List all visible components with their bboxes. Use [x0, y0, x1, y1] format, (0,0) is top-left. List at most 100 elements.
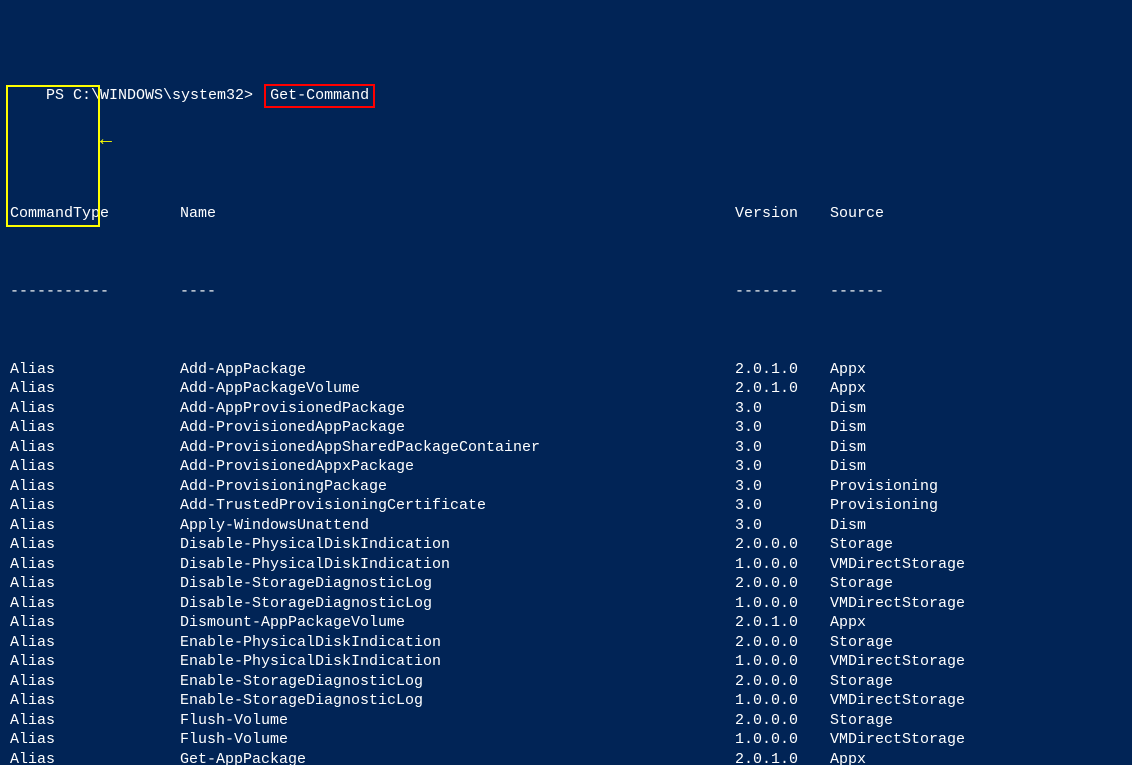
underline-name: ----: [180, 282, 735, 302]
cell-commandtype: Alias: [10, 750, 180, 765]
cell-name: Enable-StorageDiagnosticLog: [180, 672, 735, 692]
cell-version: 3.0: [735, 438, 830, 458]
cell-name: Disable-PhysicalDiskIndication: [180, 535, 735, 555]
cell-source: Appx: [830, 750, 1122, 765]
cell-version: 1.0.0.0: [735, 555, 830, 575]
cell-version: 2.0.1.0: [735, 750, 830, 765]
cell-name: Enable-PhysicalDiskIndication: [180, 633, 735, 653]
cell-commandtype: Alias: [10, 613, 180, 633]
table-row: AliasDisable-StorageDiagnosticLog2.0.0.0…: [10, 574, 1122, 594]
cell-name: Enable-StorageDiagnosticLog: [180, 691, 735, 711]
table-row: AliasDismount-AppPackageVolume2.0.1.0App…: [10, 613, 1122, 633]
cell-source: VMDirectStorage: [830, 555, 1122, 575]
cell-commandtype: Alias: [10, 477, 180, 497]
cell-commandtype: Alias: [10, 516, 180, 536]
cell-source: VMDirectStorage: [830, 691, 1122, 711]
ps-prompt: PS C:\WINDOWS\system32>: [46, 87, 253, 104]
cell-name: Add-ProvisionedAppSharedPackageContainer: [180, 438, 735, 458]
table-row: AliasDisable-PhysicalDiskIndication1.0.0…: [10, 555, 1122, 575]
cell-commandtype: Alias: [10, 652, 180, 672]
cell-source: VMDirectStorage: [830, 652, 1122, 672]
cell-name: Disable-PhysicalDiskIndication: [180, 555, 735, 575]
cell-commandtype: Alias: [10, 711, 180, 731]
cell-commandtype: Alias: [10, 730, 180, 750]
cell-version: 2.0.0.0: [735, 672, 830, 692]
cell-name: Add-AppPackage: [180, 360, 735, 380]
cell-commandtype: Alias: [10, 555, 180, 575]
cell-version: 2.0.1.0: [735, 379, 830, 399]
cell-version: 2.0.1.0: [735, 360, 830, 380]
cell-version: 3.0: [735, 477, 830, 497]
cell-source: VMDirectStorage: [830, 594, 1122, 614]
table-row: AliasAdd-ProvisionedAppPackage3.0Dism: [10, 418, 1122, 438]
cell-version: 3.0: [735, 418, 830, 438]
table-body: AliasAdd-AppPackage2.0.1.0AppxAliasAdd-A…: [10, 360, 1122, 765]
cell-commandtype: Alias: [10, 574, 180, 594]
table-row: AliasAdd-AppProvisionedPackage3.0Dism: [10, 399, 1122, 419]
cell-source: Storage: [830, 711, 1122, 731]
cell-name: Add-ProvisioningPackage: [180, 477, 735, 497]
cell-version: 1.0.0.0: [735, 594, 830, 614]
table-header-row: CommandType Name Version Source: [10, 204, 1122, 224]
table-row: AliasAdd-ProvisionedAppxPackage3.0Dism: [10, 457, 1122, 477]
cell-name: Dismount-AppPackageVolume: [180, 613, 735, 633]
prompt-line: PS C:\WINDOWS\system32> Get-Command: [10, 65, 1122, 128]
cell-source: Appx: [830, 360, 1122, 380]
cell-version: 2.0.0.0: [735, 574, 830, 594]
command-highlight: Get-Command: [264, 84, 375, 108]
cell-version: 3.0: [735, 516, 830, 536]
cell-version: 2.0.0.0: [735, 535, 830, 555]
cell-version: 3.0: [735, 457, 830, 477]
cell-source: Provisioning: [830, 477, 1122, 497]
cell-commandtype: Alias: [10, 594, 180, 614]
table-row: AliasGet-AppPackage2.0.1.0Appx: [10, 750, 1122, 765]
table-row: AliasApply-WindowsUnattend3.0Dism: [10, 516, 1122, 536]
table-row: AliasEnable-StorageDiagnosticLog1.0.0.0V…: [10, 691, 1122, 711]
cell-name: Disable-StorageDiagnosticLog: [180, 574, 735, 594]
table-row: AliasAdd-ProvisionedAppSharedPackageCont…: [10, 438, 1122, 458]
cell-commandtype: Alias: [10, 360, 180, 380]
header-name: Name: [180, 204, 735, 224]
cell-name: Add-ProvisionedAppPackage: [180, 418, 735, 438]
table-row: AliasEnable-PhysicalDiskIndication2.0.0.…: [10, 633, 1122, 653]
table-row: AliasAdd-ProvisioningPackage3.0Provision…: [10, 477, 1122, 497]
cell-commandtype: Alias: [10, 496, 180, 516]
cell-name: Add-AppProvisionedPackage: [180, 399, 735, 419]
cell-commandtype: Alias: [10, 672, 180, 692]
cell-version: 1.0.0.0: [735, 652, 830, 672]
table-row: AliasEnable-PhysicalDiskIndication1.0.0.…: [10, 652, 1122, 672]
underline-version: -------: [735, 282, 830, 302]
cell-commandtype: Alias: [10, 691, 180, 711]
cell-commandtype: Alias: [10, 379, 180, 399]
powershell-terminal[interactable]: PS C:\WINDOWS\system32> Get-Command Comm…: [0, 0, 1132, 765]
arrow-annotation-icon: ←: [100, 128, 112, 154]
cell-commandtype: Alias: [10, 457, 180, 477]
cell-version: 2.0.0.0: [735, 633, 830, 653]
cell-name: Add-ProvisionedAppxPackage: [180, 457, 735, 477]
cell-name: Flush-Volume: [180, 730, 735, 750]
underline-commandtype: -----------: [10, 282, 180, 302]
cell-version: 1.0.0.0: [735, 691, 830, 711]
cell-name: Get-AppPackage: [180, 750, 735, 765]
cell-version: 2.0.0.0: [735, 711, 830, 731]
cell-commandtype: Alias: [10, 399, 180, 419]
cell-version: 3.0: [735, 399, 830, 419]
cell-version: 3.0: [735, 496, 830, 516]
header-version: Version: [735, 204, 830, 224]
table-row: AliasFlush-Volume2.0.0.0Storage: [10, 711, 1122, 731]
cell-source: Dism: [830, 399, 1122, 419]
cell-name: Flush-Volume: [180, 711, 735, 731]
cell-source: Dism: [830, 438, 1122, 458]
cell-name: Add-AppPackageVolume: [180, 379, 735, 399]
table-row: AliasDisable-StorageDiagnosticLog1.0.0.0…: [10, 594, 1122, 614]
cell-source: Appx: [830, 379, 1122, 399]
cell-name: Add-TrustedProvisioningCertificate: [180, 496, 735, 516]
table-row: AliasAdd-AppPackageVolume2.0.1.0Appx: [10, 379, 1122, 399]
cell-source: Dism: [830, 457, 1122, 477]
cell-commandtype: Alias: [10, 438, 180, 458]
underline-source: ------: [830, 282, 1122, 302]
cell-commandtype: Alias: [10, 418, 180, 438]
cell-source: Storage: [830, 574, 1122, 594]
cell-source: Storage: [830, 672, 1122, 692]
table-row: AliasEnable-StorageDiagnosticLog2.0.0.0S…: [10, 672, 1122, 692]
